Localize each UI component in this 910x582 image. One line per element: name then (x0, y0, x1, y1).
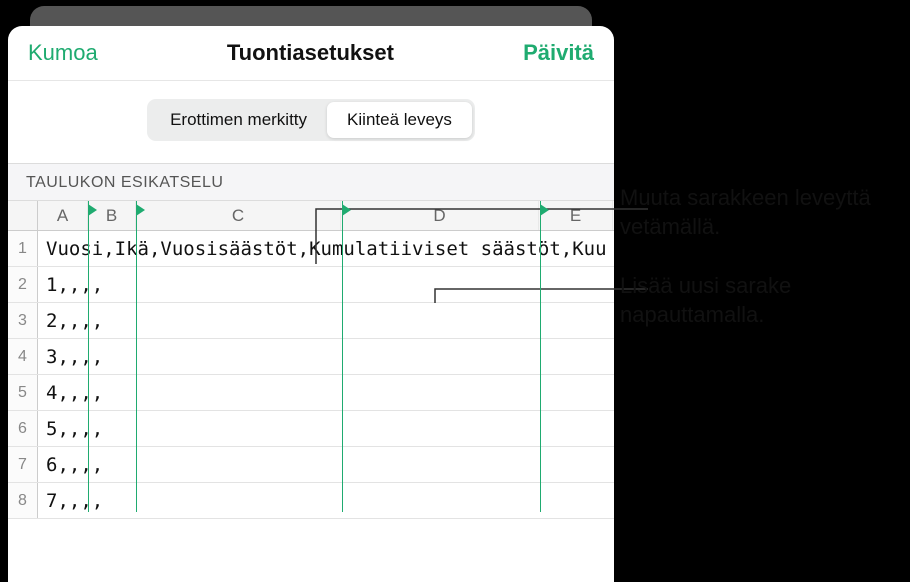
column-handle-icon[interactable] (136, 204, 145, 216)
col-header-d[interactable]: D (341, 201, 539, 230)
row-text: 1,,,, (38, 274, 103, 296)
column-handle-icon[interactable] (540, 204, 549, 216)
column-divider[interactable] (88, 201, 89, 512)
table-row: 3 2,,,, (8, 303, 614, 339)
table-row: 7 6,,,, (8, 447, 614, 483)
row-number: 4 (8, 339, 38, 374)
row-text: 5,,,, (38, 418, 103, 440)
col-header-a[interactable]: A (38, 201, 88, 230)
column-headers: A B C D E (8, 201, 614, 231)
table-row: 8 7,,,, (8, 483, 614, 519)
row-number: 5 (8, 375, 38, 410)
table-row: 5 4,,,, (8, 375, 614, 411)
row-text: 7,,,, (38, 490, 103, 512)
segment-delimited[interactable]: Erottimen merkitty (150, 102, 327, 138)
column-handle-icon[interactable] (88, 204, 97, 216)
row-text: 2,,,, (38, 310, 103, 332)
row-text: 6,,,, (38, 454, 103, 476)
row-text: Vuosi,Ikä,Vuosisäästöt,Kumulatiiviset sä… (38, 238, 607, 260)
table-row: 1 Vuosi,Ikä,Vuosisäästöt,Kumulatiiviset … (8, 231, 614, 267)
cancel-button[interactable]: Kumoa (28, 40, 98, 66)
annotation-tap: Lisää uusi sarake napauttamalla. (620, 272, 900, 329)
row-text: 3,,,, (38, 346, 103, 368)
row-number: 6 (8, 411, 38, 446)
table-preview[interactable]: A B C D E 1 Vuosi,Ikä,Vuosisäästöt,Kumul… (8, 201, 614, 582)
column-handle-icon[interactable] (342, 204, 351, 216)
annotation-drag: Muuta sarakkeen leveyttä vetämällä. (620, 184, 900, 241)
nav-bar: Kumoa Tuontiasetukset Päivitä (8, 26, 614, 81)
row-number: 7 (8, 447, 38, 482)
done-button[interactable]: Päivitä (523, 40, 594, 66)
col-header-e[interactable]: E (539, 201, 613, 230)
table-row: 2 1,,,, (8, 267, 614, 303)
import-settings-modal: Kumoa Tuontiasetukset Päivitä Erottimen … (8, 26, 614, 582)
modal-title: Tuontiasetukset (227, 40, 394, 66)
col-header-c[interactable]: C (136, 201, 341, 230)
column-divider[interactable] (136, 201, 137, 512)
rownum-spacer (8, 201, 38, 230)
row-number: 3 (8, 303, 38, 338)
segmented-control: Erottimen merkitty Kiinteä leveys (147, 99, 475, 141)
row-number: 2 (8, 267, 38, 302)
table-row: 6 5,,,, (8, 411, 614, 447)
segment-fixed-width[interactable]: Kiinteä leveys (327, 102, 472, 138)
column-divider[interactable] (540, 201, 541, 512)
section-header: TAULUKON ESIKATSELU (8, 163, 614, 201)
row-number: 8 (8, 483, 38, 518)
row-number: 1 (8, 231, 38, 266)
table-row: 4 3,,,, (8, 339, 614, 375)
segmented-control-wrap: Erottimen merkitty Kiinteä leveys (8, 81, 614, 163)
row-text: 4,,,, (38, 382, 103, 404)
column-divider[interactable] (342, 201, 343, 512)
